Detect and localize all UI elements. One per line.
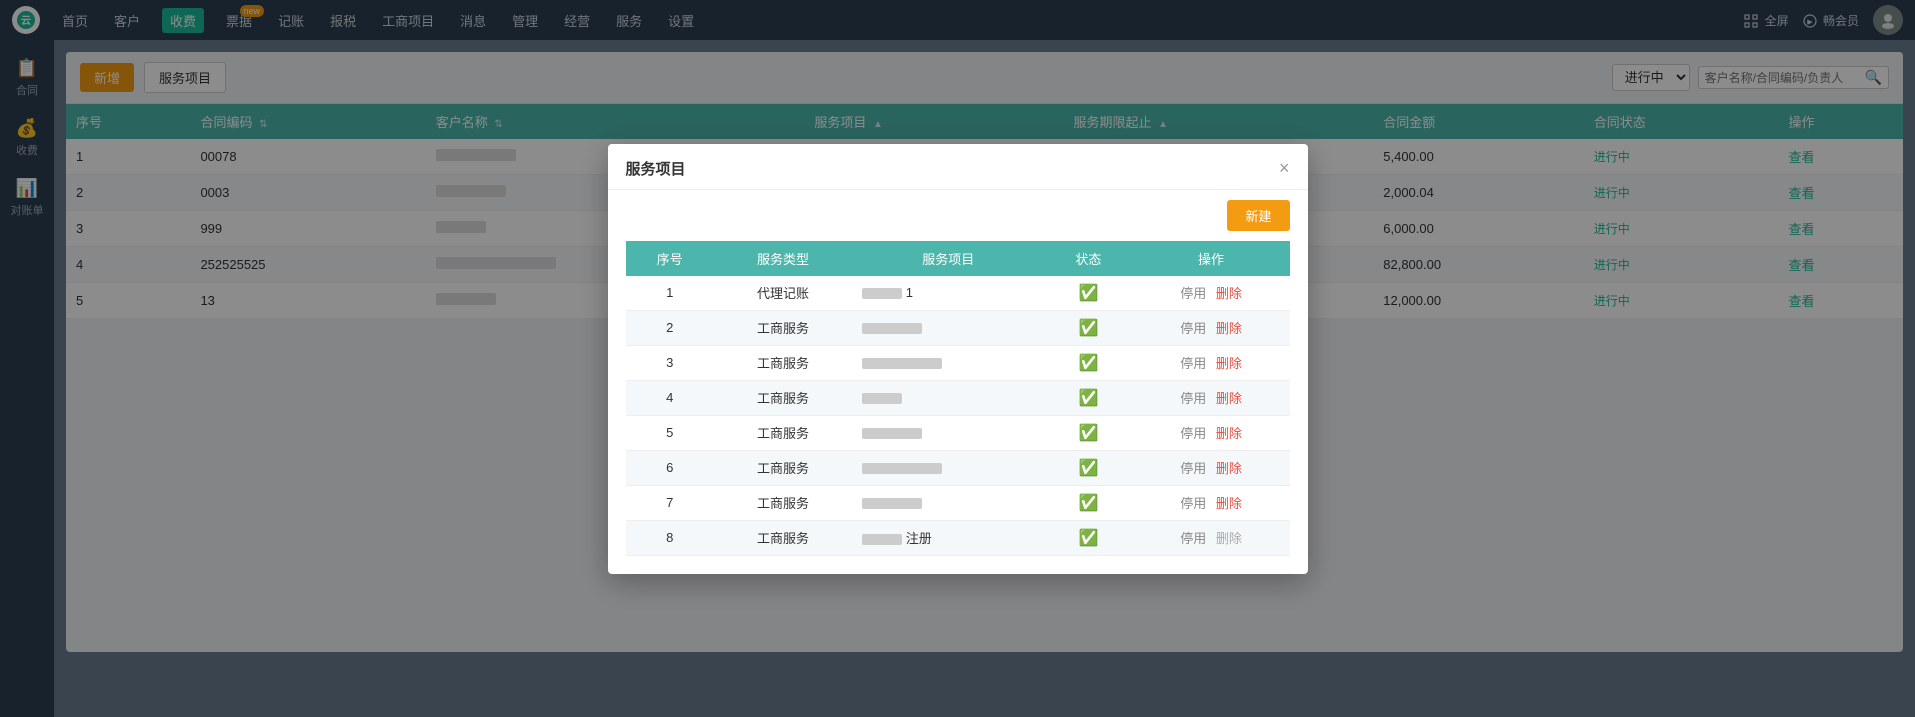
modal-table-row: 1 代理记账 1 ✅ 停用 删除 [626,276,1290,311]
delete-action[interactable]: 删除 [1216,321,1242,336]
modal-table-row: 7 工商服务 ✅ 停用 删除 [626,485,1290,520]
stop-action[interactable]: 停用 [1180,356,1206,371]
modal-new-button[interactable]: 新建 [1227,200,1289,231]
delete-action[interactable]: 删除 [1216,286,1242,301]
delete-action[interactable]: 删除 [1216,356,1242,371]
modal-table-row: 8 工商服务 注册 ✅ 停用 删除 [626,520,1290,555]
modal-table-wrap: 序号 服务类型 服务项目 状态 操作 1 代理记账 1 ✅ 停用 [608,241,1308,574]
stop-action[interactable]: 停用 [1180,461,1206,476]
stop-action[interactable]: 停用 [1180,531,1206,546]
service-items-table: 序号 服务类型 服务项目 状态 操作 1 代理记账 1 ✅ 停用 [626,241,1290,556]
modal-overlay: 服务项目 × 新建 序号 服务类型 服务项目 状态 操作 [0,0,1915,717]
status-active-icon: ✅ [1078,495,1098,512]
delete-action[interactable]: 删除 [1216,391,1242,406]
modal-table-row: 5 工商服务 ✅ 停用 删除 [626,415,1290,450]
modal-table-row: 3 工商服务 ✅ 停用 删除 [626,345,1290,380]
status-active-icon: ✅ [1078,390,1098,407]
modal-col-seq: 序号 [626,241,714,276]
modal-close-button[interactable]: × [1279,159,1290,177]
modal-table-row: 2 工商服务 ✅ 停用 删除 [626,310,1290,345]
modal-header: 服务项目 × [608,144,1308,190]
service-modal: 服务项目 × 新建 序号 服务类型 服务项目 状态 操作 [608,144,1308,574]
modal-table-row: 4 工商服务 ✅ 停用 删除 [626,380,1290,415]
stop-action[interactable]: 停用 [1180,391,1206,406]
delete-action-disabled[interactable]: 删除 [1216,531,1242,546]
status-active-icon: ✅ [1078,320,1098,337]
delete-action[interactable]: 删除 [1216,461,1242,476]
stop-action[interactable]: 停用 [1180,286,1206,301]
stop-action[interactable]: 停用 [1180,426,1206,441]
modal-toolbar: 新建 [608,190,1308,241]
status-active-icon: ✅ [1078,425,1098,442]
status-active-icon: ✅ [1078,530,1098,547]
stop-action[interactable]: 停用 [1180,321,1206,336]
modal-col-status: 状态 [1044,241,1132,276]
status-active-icon: ✅ [1078,285,1098,302]
status-active-icon: ✅ [1078,460,1098,477]
stop-action[interactable]: 停用 [1180,496,1206,511]
modal-table-row: 6 工商服务 ✅ 停用 删除 [626,450,1290,485]
modal-col-project: 服务项目 [852,241,1044,276]
modal-title: 服务项目 [626,158,686,179]
status-active-icon: ✅ [1078,355,1098,372]
modal-col-type: 服务类型 [714,241,852,276]
delete-action[interactable]: 删除 [1216,426,1242,441]
modal-col-action: 操作 [1133,241,1290,276]
delete-action[interactable]: 删除 [1216,496,1242,511]
